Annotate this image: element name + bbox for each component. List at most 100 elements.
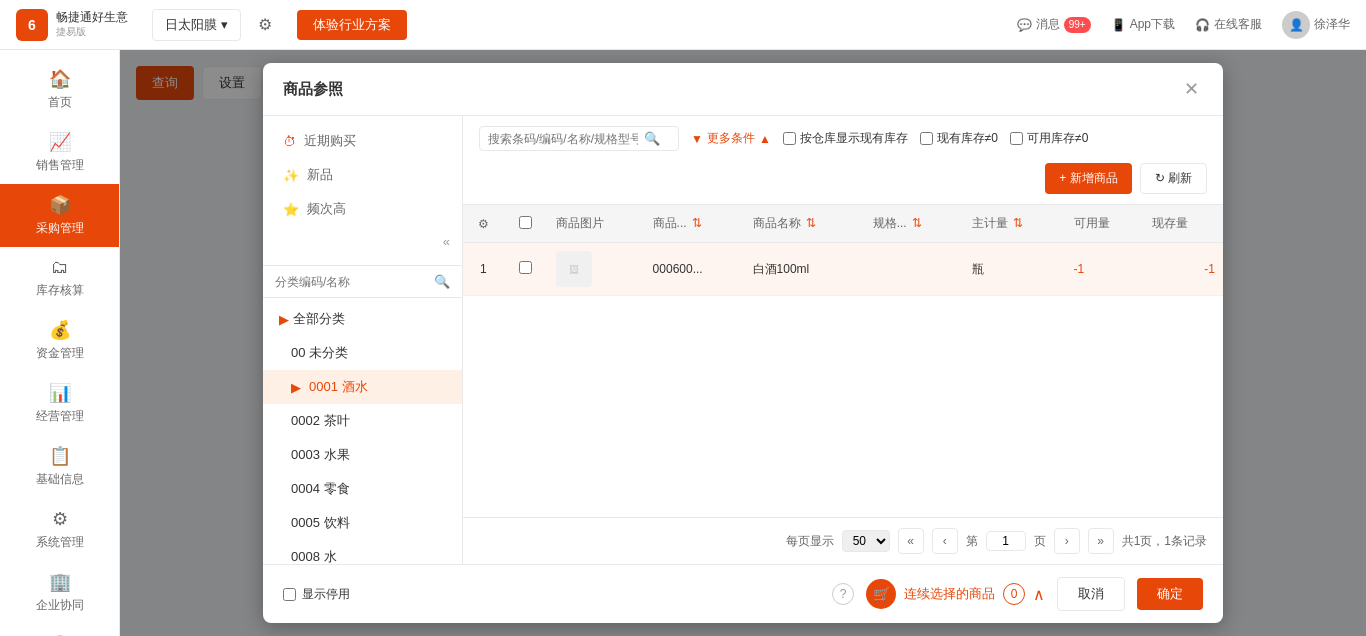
sidebar-item-enterprise[interactable]: 🏢 企业协同	[0, 561, 119, 624]
by-warehouse-filter[interactable]: 按仓库显示现有库存	[783, 130, 908, 147]
table-row[interactable]: 1 🖼	[463, 243, 1223, 296]
cart-area: 🛒 连续选择的商品 0 ∧	[866, 579, 1045, 609]
sales-icon: 📈	[49, 131, 71, 153]
basic-icon: 📋	[49, 445, 71, 467]
message-nav-item[interactable]: 💬 消息 99+	[1017, 16, 1091, 33]
modal-close-button[interactable]: ✕	[1179, 77, 1203, 101]
high-frequency-tab[interactable]: ⭐ 频次高	[263, 192, 462, 226]
modal-pagination: 每页显示 50 « ‹ 第 页 › » 共1页，1条记录	[463, 517, 1223, 564]
category-search-input[interactable]	[275, 275, 428, 289]
sidebar-item-home[interactable]: 🏠 首页	[0, 58, 119, 121]
user-nav-item[interactable]: 👤 徐泽华	[1282, 11, 1350, 39]
message-label: 消息	[1036, 16, 1060, 33]
select-all-checkbox[interactable]	[519, 216, 532, 229]
show-disabled-filter[interactable]: 显示停用	[283, 586, 350, 603]
app-download-nav-item[interactable]: 📱 App下载	[1111, 16, 1175, 33]
filter-icon: ▼	[691, 132, 703, 146]
next-page-button[interactable]: ›	[1054, 528, 1080, 554]
page-label: 第	[966, 533, 978, 550]
confirm-button[interactable]: 确定	[1137, 578, 1203, 610]
row-current-cell: -1	[1144, 243, 1223, 296]
new-product-tab[interactable]: ✨ 新品	[263, 158, 462, 192]
category-item-snack[interactable]: 0004 零食	[263, 472, 462, 506]
enterprise-icon: 🏢	[49, 571, 71, 593]
table-header-row: ⚙ 商品图片 商品... ⇅ 商品名称	[463, 205, 1223, 243]
clock-icon: ⏱	[283, 134, 296, 149]
by-warehouse-label: 按仓库显示现有库存	[800, 130, 908, 147]
high-frequency-label: 频次高	[307, 200, 346, 218]
total-pages-label: 共1页，1条记录	[1122, 533, 1207, 550]
category-list: ▶ 全部分类 00 未分类 ▶ 0001 酒水 0002 茶	[263, 298, 462, 564]
row-name-cell: 白酒100ml	[745, 243, 865, 296]
last-page-button[interactable]: »	[1088, 528, 1114, 554]
modal-toolbar: 🔍 ▼ 更多条件 ▲ 按仓库显示现有库存	[463, 116, 1223, 205]
available-not-zero-filter[interactable]: 可用库存≠0	[1010, 130, 1088, 147]
category-label-all: 全部分类	[293, 310, 345, 328]
system-icon: ⚙	[52, 508, 68, 530]
sidebar-item-guide[interactable]: 🎯 新手引导	[0, 624, 119, 636]
sidebar: 🏠 首页 📈 销售管理 📦 采购管理 🗂 库存核算 💰 资金管理 📊 经营管理 …	[0, 50, 120, 636]
first-page-button[interactable]: «	[898, 528, 924, 554]
page-number-input[interactable]	[986, 531, 1026, 551]
workspace-dropdown[interactable]: 日太阳膜 ▾	[152, 9, 241, 41]
cart-collapse-button[interactable]: ∧	[1033, 585, 1045, 604]
col-unit-header[interactable]: 主计量 ⇅	[964, 205, 1066, 243]
sidebar-item-basic[interactable]: 📋 基础信息	[0, 435, 119, 498]
category-item-beverage[interactable]: 0005 饮料	[263, 506, 462, 540]
star-icon: ⭐	[283, 202, 299, 217]
by-warehouse-checkbox[interactable]	[783, 132, 796, 145]
category-item-tea[interactable]: 0002 茶叶	[263, 404, 462, 438]
page-size-label: 每页显示	[786, 533, 834, 550]
show-disabled-checkbox[interactable]	[283, 588, 296, 601]
sidebar-item-inventory[interactable]: 🗂 库存核算	[0, 247, 119, 309]
help-icon[interactable]: ?	[832, 583, 854, 605]
more-filter-button[interactable]: ▼ 更多条件 ▲	[691, 130, 771, 147]
page-size-select[interactable]: 50	[842, 530, 890, 552]
sidebar-item-operations[interactable]: 📊 经营管理	[0, 372, 119, 435]
app-download-label: App下载	[1130, 16, 1175, 33]
col-code-header[interactable]: 商品... ⇅	[645, 205, 745, 243]
refresh-button[interactable]: ↻ 刷新	[1140, 163, 1207, 194]
stock-not-zero-checkbox[interactable]	[920, 132, 933, 145]
finance-icon: 💰	[49, 319, 71, 341]
available-not-zero-checkbox[interactable]	[1010, 132, 1023, 145]
product-search-input[interactable]	[488, 132, 638, 146]
add-product-button[interactable]: + 新增商品	[1045, 163, 1131, 194]
col-spec-header[interactable]: 规格... ⇅	[865, 205, 964, 243]
modal-right-panel: 🔍 ▼ 更多条件 ▲ 按仓库显示现有库存	[463, 116, 1223, 564]
category-item-uncategorized[interactable]: 00 未分类	[263, 336, 462, 370]
category-search-icon[interactable]: 🔍	[434, 274, 450, 289]
row-checkbox-cell	[504, 243, 548, 296]
category-arrow-alcohol: ▶	[291, 380, 301, 395]
sidebar-item-procurement[interactable]: 📦 采购管理	[0, 184, 119, 247]
collapse-button[interactable]: «	[263, 226, 462, 257]
recent-purchase-label: 近期购买	[304, 132, 356, 150]
sidebar-item-finance[interactable]: 💰 资金管理	[0, 309, 119, 372]
sidebar-item-system[interactable]: ⚙ 系统管理	[0, 498, 119, 561]
recent-purchase-tab[interactable]: ⏱ 近期购买	[263, 124, 462, 158]
stock-not-zero-filter[interactable]: 现有库存≠0	[920, 130, 998, 147]
category-item-water[interactable]: 0008 水	[263, 540, 462, 564]
cancel-button[interactable]: 取消	[1057, 577, 1125, 611]
online-service-nav-item[interactable]: 🎧 在线客服	[1195, 16, 1262, 33]
chevron-up-icon: ▲	[759, 132, 771, 146]
sidebar-item-sales[interactable]: 📈 销售管理	[0, 121, 119, 184]
col-available-header: 可用量	[1066, 205, 1145, 243]
category-item-alcohol[interactable]: ▶ 0001 酒水	[263, 370, 462, 404]
col-name-header[interactable]: 商品名称 ⇅	[745, 205, 865, 243]
category-item-fruit[interactable]: 0003 水果	[263, 438, 462, 472]
category-label-water: 0008 水	[291, 548, 337, 564]
search-icon[interactable]: 🔍	[644, 131, 660, 146]
settings-icon[interactable]: ⚙	[249, 9, 281, 41]
cart-icon[interactable]: 🛒	[866, 579, 896, 609]
category-label-snack: 0004 零食	[291, 480, 350, 498]
cart-count: 0	[1003, 583, 1025, 605]
row-checkbox[interactable]	[519, 261, 532, 274]
row-code-cell: 000600...	[645, 243, 745, 296]
prev-page-button[interactable]: ‹	[932, 528, 958, 554]
row-available-cell: -1	[1066, 243, 1145, 296]
sidebar-label-system: 系统管理	[36, 534, 84, 551]
modal-overlay: 商品参照 ✕ ⏱ 近期购买 ✨ 新品	[120, 50, 1366, 636]
experience-button[interactable]: 体验行业方案	[297, 10, 407, 40]
category-item-all[interactable]: ▶ 全部分类	[263, 302, 462, 336]
